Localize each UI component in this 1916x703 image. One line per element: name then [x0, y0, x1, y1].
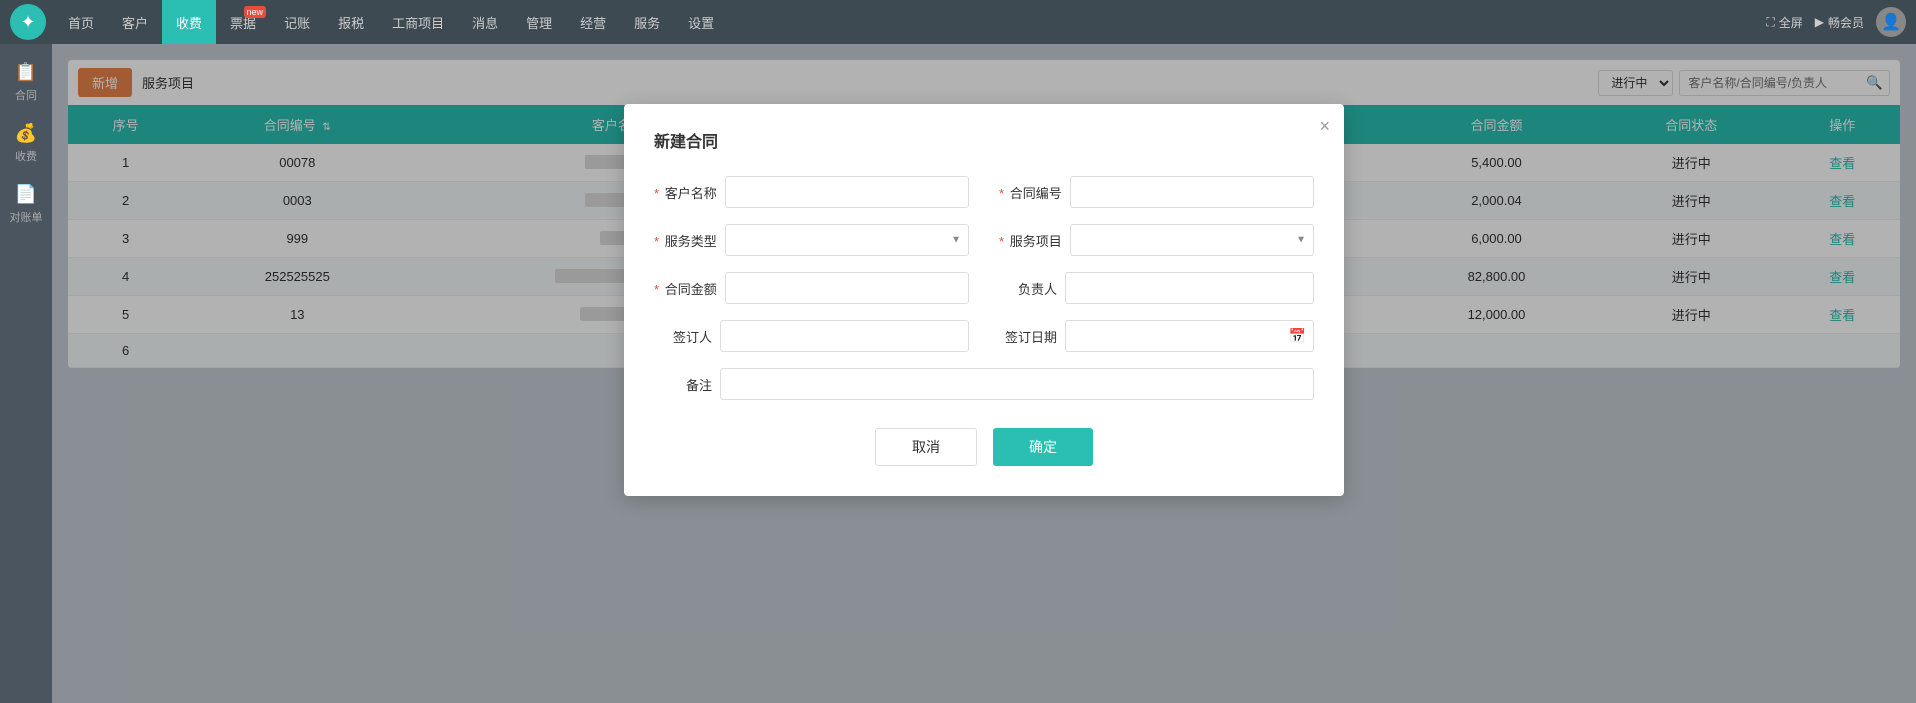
- contract-amount-row: * 合同金额 0.00: [654, 272, 969, 304]
- nav-menu: 首页 客户 收费 票据 new 记账 报税 工商项目 消息 管理 经营 服务 设…: [54, 0, 1766, 44]
- avatar[interactable]: 👤: [1876, 7, 1906, 37]
- nav-operation[interactable]: 经营: [566, 0, 620, 44]
- main-content: 新增 服务项目 进行中 已结束 全部 🔍: [52, 44, 1916, 703]
- confirm-button[interactable]: 确定: [993, 428, 1093, 466]
- play-icon: ▶: [1815, 15, 1824, 29]
- nav-customer[interactable]: 客户: [108, 0, 162, 44]
- modal-close-button[interactable]: ×: [1319, 116, 1330, 137]
- nav-manage[interactable]: 管理: [512, 0, 566, 44]
- contract-no-label: * 合同编号: [999, 183, 1062, 202]
- fullscreen-icon: ⛶: [1766, 15, 1774, 30]
- service-item-select-wrap: ▼: [1070, 224, 1314, 256]
- responsible-row: 负责人: [999, 272, 1314, 304]
- service-item-row: * 服务项目 ▼: [999, 224, 1314, 256]
- modal-overlay: × 新建合同 * 客户名称 * 合同编号: [52, 44, 1916, 703]
- nav-business[interactable]: 工商项目: [378, 0, 458, 44]
- nav-right: ⛶ 全屏 ▶ 畅会员 👤: [1766, 7, 1906, 37]
- customer-name-label: * 客户名称: [654, 183, 717, 202]
- top-navigation: ✦ 首页 客户 收费 票据 new 记账 报税 工商项目 消息 管理 经营 服务…: [0, 0, 1916, 44]
- service-type-row: * 服务类型 ▼: [654, 224, 969, 256]
- nav-accounting[interactable]: 记账: [270, 0, 324, 44]
- contract-no-row: * 合同编号: [999, 176, 1314, 208]
- nav-settings[interactable]: 设置: [674, 0, 728, 44]
- sign-date-input[interactable]: 2023-06-06: [1065, 320, 1314, 352]
- service-item-label: * 服务项目: [999, 231, 1062, 250]
- remark-input[interactable]: [720, 368, 1314, 400]
- sidebar: 📋 合同 💰 收费 📄 对账单: [0, 44, 52, 703]
- required-star2: *: [999, 186, 1004, 201]
- modal-footer: 取消 确定: [654, 428, 1314, 466]
- new-contract-modal: × 新建合同 * 客户名称 * 合同编号: [624, 104, 1344, 496]
- cancel-button[interactable]: 取消: [875, 428, 977, 466]
- modal-title: 新建合同: [654, 128, 1314, 152]
- nav-tax[interactable]: 报税: [324, 0, 378, 44]
- responsible-label: 负责人: [999, 279, 1057, 298]
- contract-no-input[interactable]: [1070, 176, 1314, 208]
- service-type-select[interactable]: [725, 224, 969, 256]
- customer-name-input[interactable]: [725, 176, 969, 208]
- signer-label: 签订人: [654, 327, 712, 346]
- main-layout: 📋 合同 💰 收费 📄 对账单 新增 服务项目 进行中 已结束 全部: [0, 44, 1916, 703]
- nav-message[interactable]: 消息: [458, 0, 512, 44]
- app-logo: ✦: [10, 4, 46, 40]
- remark-row: 备注: [654, 368, 1314, 400]
- sign-date-row: 签订日期 2023-06-06 📅: [999, 320, 1314, 352]
- sign-date-wrap: 2023-06-06 📅: [1065, 320, 1314, 352]
- fee-icon: 💰: [15, 123, 37, 144]
- service-type-select-wrap: ▼: [725, 224, 969, 256]
- contract-amount-label: * 合同金额: [654, 279, 717, 298]
- contract-icon: 📋: [15, 62, 37, 83]
- sidebar-item-statement[interactable]: 📄 对账单: [0, 176, 52, 233]
- responsible-input[interactable]: [1065, 272, 1314, 304]
- signer-input[interactable]: [720, 320, 969, 352]
- statement-icon: 📄: [15, 184, 37, 205]
- fullscreen-button[interactable]: ⛶ 全屏: [1766, 14, 1802, 31]
- new-badge: new: [244, 6, 267, 18]
- contract-amount-input[interactable]: 0.00: [725, 272, 969, 304]
- member-button[interactable]: ▶ 畅会员: [1815, 14, 1864, 31]
- sign-date-label: 签订日期: [999, 327, 1057, 346]
- nav-invoice[interactable]: 票据 new: [216, 0, 270, 44]
- signer-row: 签订人: [654, 320, 969, 352]
- nav-home[interactable]: 首页: [54, 0, 108, 44]
- service-item-select[interactable]: [1070, 224, 1314, 256]
- remark-label: 备注: [654, 375, 712, 394]
- customer-name-row: * 客户名称: [654, 176, 969, 208]
- nav-service[interactable]: 服务: [620, 0, 674, 44]
- service-type-label: * 服务类型: [654, 231, 717, 250]
- sidebar-item-contract[interactable]: 📋 合同: [0, 54, 52, 111]
- required-star: *: [654, 186, 659, 201]
- nav-fee[interactable]: 收费: [162, 0, 216, 44]
- sidebar-item-fee[interactable]: 💰 收费: [0, 115, 52, 172]
- form-grid: * 客户名称 * 合同编号: [654, 176, 1314, 400]
